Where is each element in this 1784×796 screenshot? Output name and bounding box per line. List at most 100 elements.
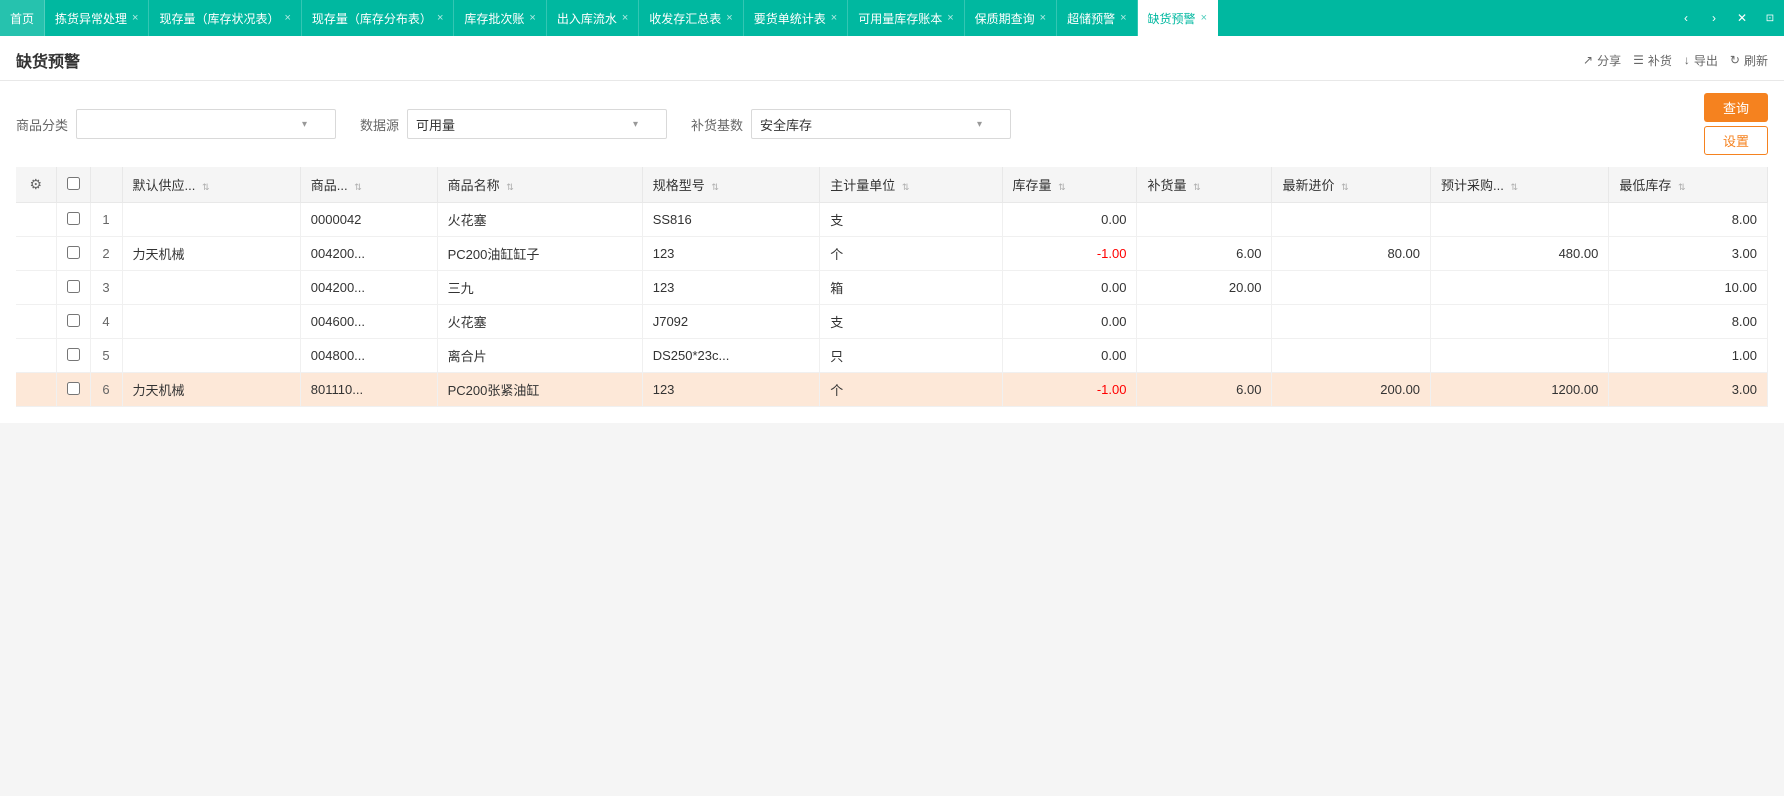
refresh-icon: ↻ bbox=[1730, 53, 1740, 67]
nav-tab-6-close[interactable]: × bbox=[726, 12, 732, 24]
row-gear-cell bbox=[16, 271, 56, 305]
row-gear-cell bbox=[16, 373, 56, 407]
row-checkbox-3[interactable] bbox=[67, 314, 80, 327]
col-est-purchase-header[interactable]: 预计采购... ⇅ bbox=[1431, 167, 1609, 203]
col-min-stock-header[interactable]: 最低库存 ⇅ bbox=[1609, 167, 1768, 203]
table-row: 2 力天机械 004200... PC200油缸缸子 123 个 -1.00 6… bbox=[16, 237, 1768, 271]
row-stock-cell: 0.00 bbox=[1002, 203, 1137, 237]
nav-tab-7[interactable]: 要货单统计表 × bbox=[744, 0, 848, 36]
share-label: 分享 bbox=[1597, 52, 1621, 69]
col-price-header[interactable]: 最新进价 ⇅ bbox=[1272, 167, 1431, 203]
col-replenish-header[interactable]: 补货量 ⇅ bbox=[1137, 167, 1272, 203]
replenish-button[interactable]: ☰ 补货 bbox=[1633, 52, 1672, 69]
nav-tab-3-close[interactable]: × bbox=[437, 12, 443, 24]
nav-tab-6-label: 收发存汇总表 bbox=[649, 10, 721, 27]
category-chevron-icon: ▾ bbox=[302, 119, 307, 130]
col-name-header[interactable]: 商品名称 ⇅ bbox=[437, 167, 642, 203]
nav-tab-5[interactable]: 出入库流水 × bbox=[547, 0, 639, 36]
row-unit-cell: 个 bbox=[820, 373, 1002, 407]
col-supplier-header[interactable]: 默认供应... ⇅ bbox=[122, 167, 300, 203]
nav-tab-10-label: 超储预警 bbox=[1067, 10, 1115, 27]
nav-tab-7-label: 要货单统计表 bbox=[754, 10, 826, 27]
row-stock-cell: 0.00 bbox=[1002, 339, 1137, 373]
col-spec-header[interactable]: 规格型号 ⇅ bbox=[642, 167, 820, 203]
row-code-cell: 004200... bbox=[300, 271, 437, 305]
refresh-button[interactable]: ↻ 刷新 bbox=[1730, 52, 1768, 69]
col-num-header bbox=[90, 167, 122, 203]
nav-tab-4-close[interactable]: × bbox=[529, 12, 535, 24]
row-checkbox-1[interactable] bbox=[67, 246, 80, 259]
export-button[interactable]: ↓ 导出 bbox=[1684, 52, 1718, 69]
row-supplier-cell: 力天机械 bbox=[122, 373, 300, 407]
nav-tab-home[interactable]: 首页 bbox=[0, 0, 45, 36]
row-replenish-cell bbox=[1137, 305, 1272, 339]
row-checkbox-cell bbox=[56, 373, 90, 407]
nav-tab-8[interactable]: 可用量库存账本 × bbox=[848, 0, 964, 36]
col-price-label: 最新进价 bbox=[1282, 178, 1334, 193]
nav-tab-home-label: 首页 bbox=[10, 10, 34, 27]
row-replenish-cell: 6.00 bbox=[1137, 373, 1272, 407]
nav-tab-11[interactable]: 缺货预警 × bbox=[1138, 0, 1218, 36]
row-unit-cell: 箱 bbox=[820, 271, 1002, 305]
row-spec-cell: J7092 bbox=[642, 305, 820, 339]
row-spec-cell: 123 bbox=[642, 271, 820, 305]
row-price-cell bbox=[1272, 271, 1431, 305]
nav-tab-8-close[interactable]: × bbox=[947, 12, 953, 24]
col-unit-header[interactable]: 主计量单位 ⇅ bbox=[820, 167, 1002, 203]
settings-button[interactable]: 设置 bbox=[1704, 126, 1768, 155]
datasource-select[interactable]: 可用量 ▾ bbox=[407, 109, 667, 139]
nav-tab-2[interactable]: 现存量（库存状况表） × bbox=[149, 0, 301, 36]
row-min-stock-cell: 3.00 bbox=[1609, 373, 1768, 407]
col-unit-label: 主计量单位 bbox=[830, 178, 895, 193]
datasource-chevron-icon: ▾ bbox=[633, 119, 638, 130]
nav-tab-1[interactable]: 拣货异常处理 × bbox=[45, 0, 149, 36]
column-settings-icon[interactable]: ⚙ bbox=[29, 176, 42, 192]
nav-prev-button[interactable]: ‹ bbox=[1672, 0, 1700, 36]
col-min-stock-label: 最低库存 bbox=[1619, 178, 1671, 193]
stock-sort-icon: ⇅ bbox=[1058, 182, 1066, 192]
nav-tab-3[interactable]: 现存量（库存分布表） × bbox=[302, 0, 454, 36]
nav-tab-2-close[interactable]: × bbox=[284, 12, 290, 24]
nav-tab-11-close[interactable]: × bbox=[1201, 12, 1207, 24]
row-stock-cell: 0.00 bbox=[1002, 271, 1137, 305]
row-num-cell: 4 bbox=[90, 305, 122, 339]
nav-close-all-button[interactable]: ⊡ bbox=[1756, 0, 1784, 36]
nav-tab-5-close[interactable]: × bbox=[622, 12, 628, 24]
nav-tab-9[interactable]: 保质期查询 × bbox=[965, 0, 1057, 36]
nav-tab-4[interactable]: 库存批次账 × bbox=[454, 0, 546, 36]
price-sort-icon: ⇅ bbox=[1341, 182, 1349, 192]
col-stock-header[interactable]: 库存量 ⇅ bbox=[1002, 167, 1137, 203]
category-select[interactable]: ▾ bbox=[76, 109, 336, 139]
category-label: 商品分类 bbox=[16, 115, 68, 134]
nav-tab-9-close[interactable]: × bbox=[1040, 12, 1046, 24]
nav-tab-7-close[interactable]: × bbox=[831, 12, 837, 24]
col-replenish-label: 补货量 bbox=[1147, 178, 1186, 193]
row-checkbox-4[interactable] bbox=[67, 348, 80, 361]
row-stock-cell: 0.00 bbox=[1002, 305, 1137, 339]
row-checkbox-cell bbox=[56, 203, 90, 237]
row-checkbox-2[interactable] bbox=[67, 280, 80, 293]
nav-next-button[interactable]: › bbox=[1700, 0, 1728, 36]
table-header-row: ⚙ 默认供应... ⇅ 商品... ⇅ 商品名称 bbox=[16, 167, 1768, 203]
nav-close-current-button[interactable]: ✕ bbox=[1728, 0, 1756, 36]
replenish-base-value: 安全库存 bbox=[760, 115, 812, 134]
row-checkbox-0[interactable] bbox=[67, 212, 80, 225]
table-container: ⚙ 默认供应... ⇅ 商品... ⇅ 商品名称 bbox=[0, 167, 1784, 423]
nav-tab-10[interactable]: 超储预警 × bbox=[1057, 0, 1137, 36]
replenish-base-label: 补货基数 bbox=[691, 115, 743, 134]
nav-tab-1-close[interactable]: × bbox=[132, 12, 138, 24]
nav-tab-6[interactable]: 收发存汇总表 × bbox=[639, 0, 743, 36]
row-gear-cell bbox=[16, 305, 56, 339]
row-checkbox-5[interactable] bbox=[67, 382, 80, 395]
nav-tab-10-close[interactable]: × bbox=[1120, 12, 1126, 24]
row-num-cell: 2 bbox=[90, 237, 122, 271]
row-supplier-cell bbox=[122, 305, 300, 339]
row-min-stock-cell: 8.00 bbox=[1609, 203, 1768, 237]
query-button[interactable]: 查询 bbox=[1704, 93, 1768, 122]
replenish-base-select[interactable]: 安全库存 ▾ bbox=[751, 109, 1011, 139]
col-code-header[interactable]: 商品... ⇅ bbox=[300, 167, 437, 203]
col-stock-label: 库存量 bbox=[1013, 178, 1052, 193]
share-button[interactable]: ↗ 分享 bbox=[1583, 52, 1621, 69]
nav-tab-1-label: 拣货异常处理 bbox=[55, 10, 127, 27]
select-all-checkbox[interactable] bbox=[67, 177, 80, 190]
